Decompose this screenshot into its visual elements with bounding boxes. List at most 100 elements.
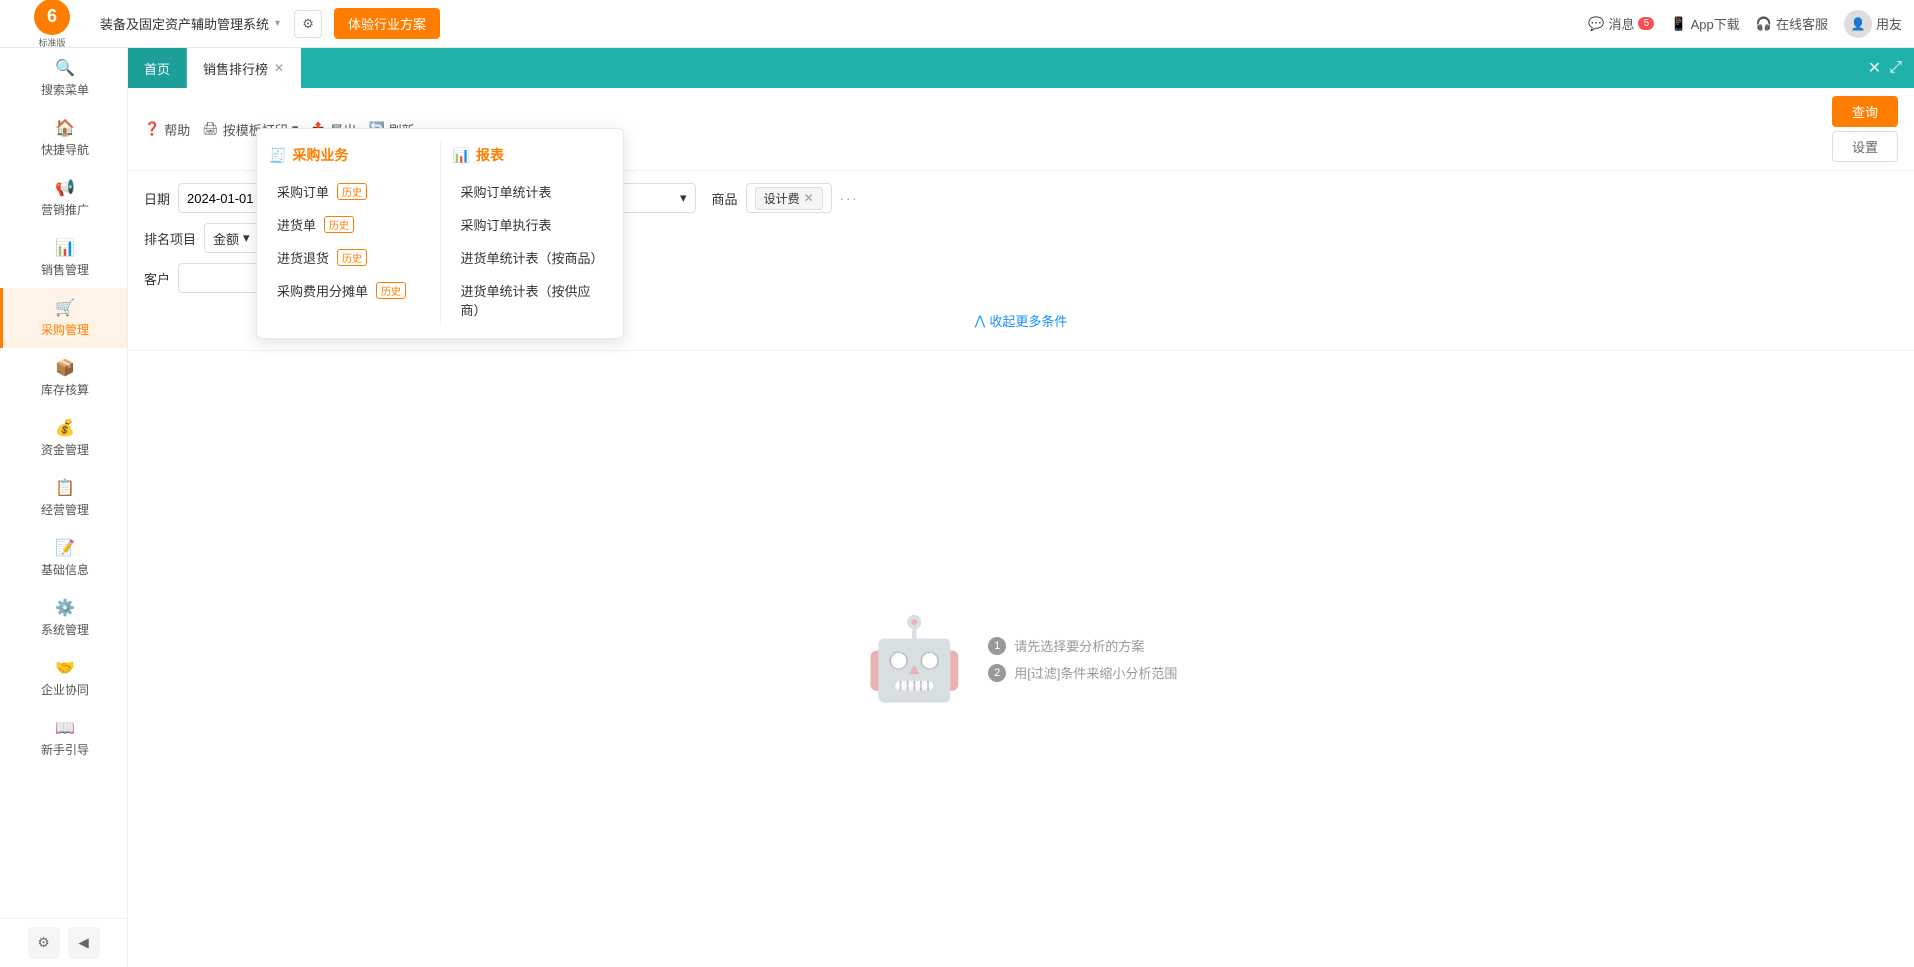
tab-sales-rank[interactable]: 销售排行榜 ✕ <box>187 48 301 88</box>
sidebar-item-inventory[interactable]: 📦 库存核算 <box>0 348 127 408</box>
goods-more-icon[interactable]: ··· <box>840 191 859 206</box>
menu-item-purchase-order-exec[interactable]: 采购订单执行表 <box>453 208 612 241</box>
menu-item-goods-return[interactable]: 进货退货 历史 <box>269 241 428 274</box>
sidebar-item-label: 库存核算 <box>41 381 89 398</box>
app-download-label: App下载 <box>1691 14 1740 33</box>
sidebar-item-marketing[interactable]: 📢 营销推广 <box>0 168 127 228</box>
sidebar-item-operations[interactable]: 📋 经营管理 <box>0 468 127 528</box>
menu-item-label: 进货单统计表（按商品） <box>461 248 604 267</box>
menu-item-purchase-expense[interactable]: 采购费用分摊单 历史 <box>269 274 428 307</box>
content-body: ❓ 帮助 🖨 按模板打印 ▾ 📤 导出 🔄 <box>128 88 1914 967</box>
search-icon: 🔍 <box>55 58 75 78</box>
menu-item-label: 进货单 <box>277 215 316 234</box>
empty-hint-2: 2 用[过滤]条件来缩小分析范围 <box>988 663 1177 682</box>
app-title-area: 装备及固定资产辅助管理系统 ▾ <box>100 14 286 33</box>
gear-icon: ⚙️ <box>55 598 75 618</box>
sidebar-item-basic-info[interactable]: 📝 基础信息 <box>0 528 127 588</box>
menu-item-goods-stats-by-supplier[interactable]: 进货单统计表（按供应商） <box>453 274 612 326</box>
query-btn[interactable]: 查询 <box>1832 96 1898 127</box>
handshake-icon: 🤝 <box>55 658 75 678</box>
sidebar-item-label: 销售管理 <box>41 261 89 278</box>
content-area: 首页 销售排行榜 ✕ ✕ ⤢ ❓ <box>128 48 1914 967</box>
title-arrow-icon[interactable]: ▾ <box>275 18 280 29</box>
tab-close-btn[interactable]: ✕ <box>1868 58 1881 78</box>
sidebar-item-system[interactable]: ⚙️ 系统管理 <box>0 588 127 648</box>
sidebar-settings-btn[interactable]: ⚙ <box>28 927 60 959</box>
goods-tag-close[interactable]: ✕ <box>804 191 814 205</box>
logo-icon: 6 <box>34 0 70 35</box>
menu-item-goods-receipt[interactable]: 进货单 历史 <box>269 208 428 241</box>
report-section-icon: 📊 <box>453 147 470 164</box>
collapse-arrow-icon: ⋀ <box>975 313 986 329</box>
message-label: 消息 <box>1608 14 1634 33</box>
sidebar-bottom: ⚙ ◀ <box>0 918 127 967</box>
goods-select[interactable]: 设计费 ✕ <box>746 183 832 213</box>
chevron-down-icon: ▾ <box>680 190 687 206</box>
tab-bar-right: ✕ ⤢ <box>1868 48 1914 88</box>
history-badge: 历史 <box>376 282 406 299</box>
top-bar: 6 标准版 装备及固定资产辅助管理系统 ▾ ⚙ 体验行业方案 💬 消息 5 📱 … <box>0 0 1914 48</box>
message-btn[interactable]: 💬 消息 5 <box>1588 14 1654 33</box>
sidebar-item-label: 系统管理 <box>41 621 89 638</box>
sidebar-item-finance[interactable]: 💰 资金管理 <box>0 408 127 468</box>
menu-item-purchase-order[interactable]: 采购订单 历史 <box>269 175 428 208</box>
headset-icon: 🎧 <box>1756 16 1772 32</box>
sidebar-item-label: 经营管理 <box>41 501 89 518</box>
tab-home[interactable]: 首页 <box>128 48 187 88</box>
history-badge: 历史 <box>337 183 367 200</box>
empty-hint-1: 1 请先选择要分析的方案 <box>988 636 1177 655</box>
sidebar-item-guide[interactable]: 📖 新手引导 <box>0 708 127 768</box>
purchase-section-label: 采购业务 <box>292 145 348 165</box>
settings-btn[interactable]: 设置 <box>1832 131 1898 162</box>
goods-filter: 商品 设计费 ✕ ··· <box>712 183 859 213</box>
app-icon: 📱 <box>1670 16 1686 32</box>
hint-num-1: 1 <box>988 637 1006 655</box>
user-area[interactable]: 👤 用友 <box>1844 10 1902 38</box>
avatar: 👤 <box>1844 10 1872 38</box>
purchase-section: 🧾 采购业务 采购订单 历史 进货单 历史 进货退货 <box>257 141 440 326</box>
sidebar-item-enterprise[interactable]: 🤝 企业协同 <box>0 648 127 708</box>
sidebar-item-search[interactable]: 🔍 搜索菜单 <box>0 48 127 108</box>
sidebar-item-label: 营销推广 <box>41 201 89 218</box>
menu-item-label: 采购订单统计表 <box>461 182 552 201</box>
help-icon: ❓ <box>144 121 160 137</box>
sidebar-item-purchase[interactable]: 🛒 采购管理 <box>0 288 127 348</box>
help-btn[interactable]: ❓ 帮助 <box>144 120 190 139</box>
chart-icon: 📊 <box>55 238 75 258</box>
goods-tag: 设计费 ✕ <box>755 187 823 210</box>
message-badge: 5 <box>1638 17 1654 30</box>
industry-btn[interactable]: 体验行业方案 <box>334 8 440 39</box>
note-icon: 📝 <box>55 538 75 558</box>
sidebar-item-label: 采购管理 <box>41 321 89 338</box>
app-download-btn[interactable]: 📱 App下载 <box>1670 14 1739 33</box>
app-title: 装备及固定资产辅助管理系统 <box>100 14 269 33</box>
history-badge: 历史 <box>324 216 354 233</box>
empty-hints: 1 请先选择要分析的方案 2 用[过滤]条件来缩小分析范围 <box>988 636 1177 682</box>
online-service-btn[interactable]: 🎧 在线客服 <box>1756 14 1828 33</box>
sidebar-collapse-btn[interactable]: ◀ <box>68 927 100 959</box>
money-icon: 💰 <box>55 418 75 438</box>
tab-sales-rank-label: 销售排行榜 <box>203 59 268 78</box>
sidebar-item-sales[interactable]: 📊 销售管理 <box>0 228 127 288</box>
purchase-section-title: 🧾 采购业务 <box>269 141 428 175</box>
menu-item-purchase-order-stats[interactable]: 采购订单统计表 <box>453 175 612 208</box>
megaphone-icon: 📢 <box>55 178 75 198</box>
report-section-title: 📊 报表 <box>453 141 612 175</box>
menu-item-label: 进货单统计表（按供应商） <box>461 281 604 319</box>
book-icon: 📖 <box>55 718 75 738</box>
hint-text-1: 请先选择要分析的方案 <box>1014 636 1144 655</box>
sidebar-item-label: 快捷导航 <box>41 141 89 158</box>
tab-close-icon[interactable]: ✕ <box>274 61 284 75</box>
app-container: 6 标准版 装备及固定资产辅助管理系统 ▾ ⚙ 体验行业方案 💬 消息 5 📱 … <box>0 0 1914 967</box>
empty-illustration: 🤖 <box>865 612 965 706</box>
rank-item-value: 金额 <box>213 229 239 248</box>
tab-expand-btn[interactable]: ⤢ <box>1889 59 1902 77</box>
report-section-label: 报表 <box>476 145 504 165</box>
hint-num-2: 2 <box>988 664 1006 682</box>
menu-item-label: 采购订单 <box>277 182 329 201</box>
sidebar-item-label: 资金管理 <box>41 441 89 458</box>
settings-icon-btn[interactable]: ⚙ <box>294 10 322 38</box>
menu-item-goods-stats-by-product[interactable]: 进货单统计表（按商品） <box>453 241 612 274</box>
customer-label: 客户 <box>144 269 170 288</box>
sidebar-item-quick-nav[interactable]: 🏠 快捷导航 <box>0 108 127 168</box>
